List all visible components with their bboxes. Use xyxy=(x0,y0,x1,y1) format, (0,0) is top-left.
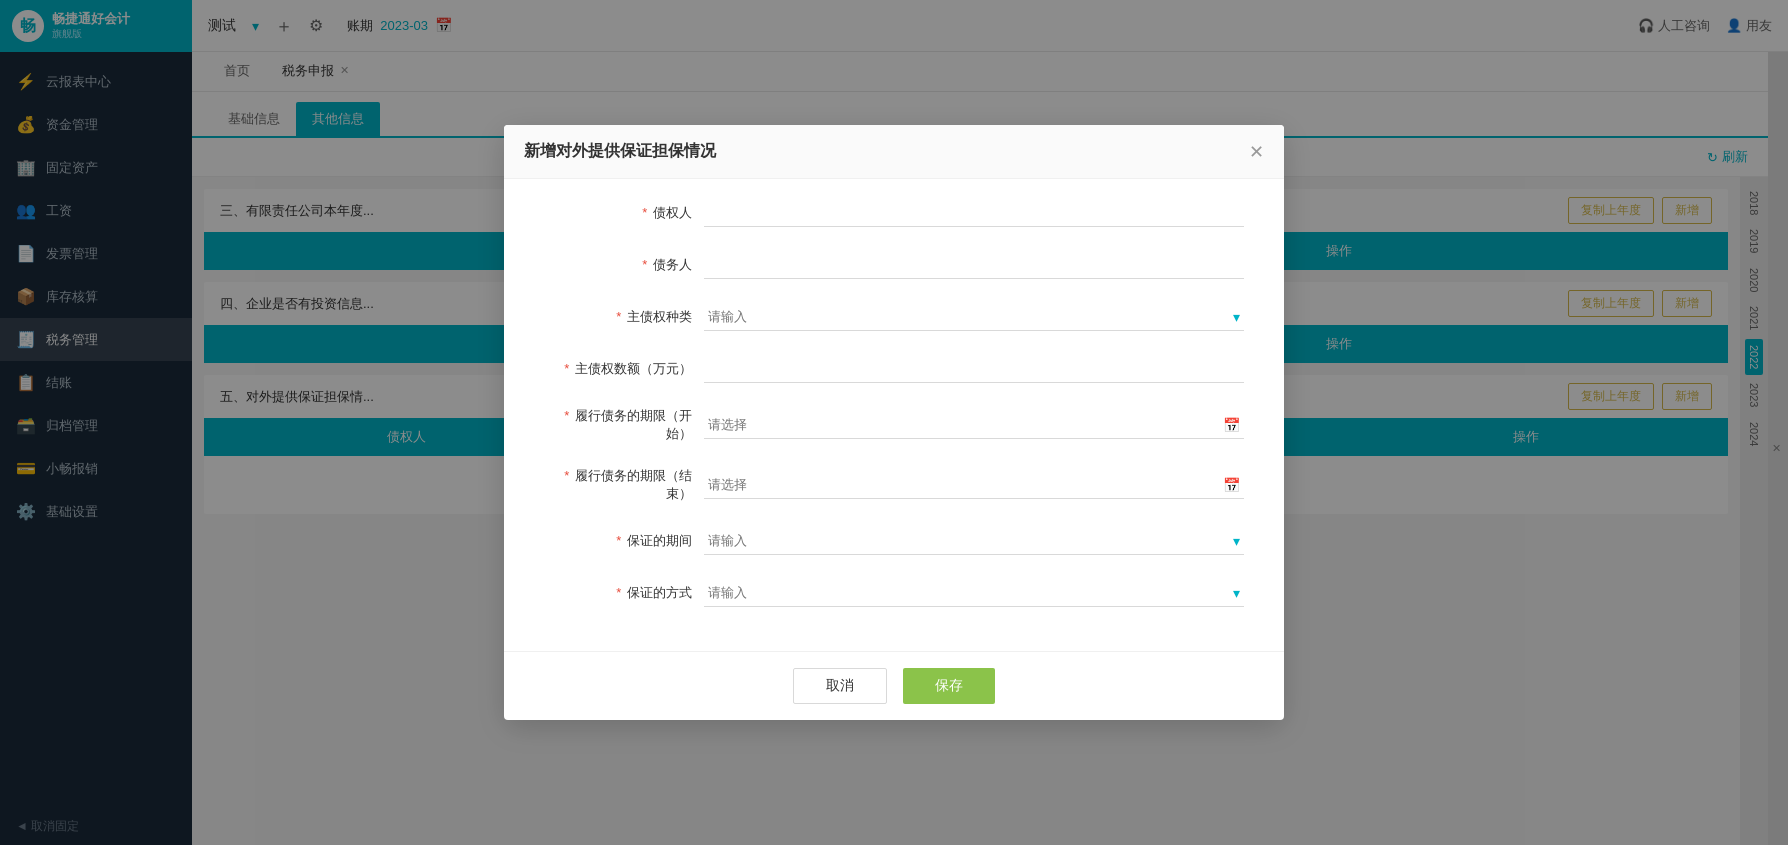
start-date-calendar-icon[interactable]: 📅 xyxy=(1223,417,1244,433)
cancel-button[interactable]: 取消 xyxy=(793,668,887,704)
end-date-wrap: 📅 xyxy=(704,471,1244,499)
debtor-input[interactable] xyxy=(704,251,1244,279)
guarantee-period-label: * 保证的期间 xyxy=(544,532,704,550)
form-row-guarantee-method: * 保证的方式 ▾ xyxy=(544,579,1244,607)
form-row-debt-amount: * 主债权数额（万元） xyxy=(544,355,1244,383)
end-date-label: * 履行债务的期限（结束） xyxy=(544,467,704,503)
creditor-input[interactable] xyxy=(704,199,1244,227)
form-row-debt-type: * 主债权种类 ▾ xyxy=(544,303,1244,331)
start-date-input[interactable] xyxy=(704,411,1223,438)
debt-type-label: * 主债权种类 xyxy=(544,308,704,326)
debt-type-input[interactable] xyxy=(704,303,1233,330)
dialog-body: * 债权人 * 债务人 * 主债权种类 xyxy=(504,179,1284,651)
debt-amount-input[interactable] xyxy=(704,355,1244,383)
start-date-label: * 履行债务的期限（开始） xyxy=(544,407,704,443)
guarantee-period-select-wrap: ▾ xyxy=(704,527,1244,555)
dialog-close-icon[interactable]: ✕ xyxy=(1249,143,1264,161)
form-row-start-date: * 履行债务的期限（开始） 📅 xyxy=(544,407,1244,443)
end-date-calendar-icon[interactable]: 📅 xyxy=(1223,477,1244,493)
save-button[interactable]: 保存 xyxy=(903,668,995,704)
guarantee-method-input[interactable] xyxy=(704,579,1233,606)
dialog-header: 新增对外提供保证担保情况 ✕ xyxy=(504,125,1284,179)
guarantee-method-select-wrap: ▾ xyxy=(704,579,1244,607)
creditor-label: * 债权人 xyxy=(544,204,704,222)
guarantee-method-label: * 保证的方式 xyxy=(544,584,704,602)
end-date-input[interactable] xyxy=(704,471,1223,498)
form-row-creditor: * 债权人 xyxy=(544,199,1244,227)
modal-overlay: 新增对外提供保证担保情况 ✕ * 债权人 * 债务人 xyxy=(0,0,1788,845)
debtor-label: * 债务人 xyxy=(544,256,704,274)
start-date-wrap: 📅 xyxy=(704,411,1244,439)
form-row-guarantee-period: * 保证的期间 ▾ xyxy=(544,527,1244,555)
dialog-title: 新增对外提供保证担保情况 xyxy=(524,141,716,162)
debt-type-select-wrap: ▾ xyxy=(704,303,1244,331)
form-row-end-date: * 履行债务的期限（结束） 📅 xyxy=(544,467,1244,503)
guarantee-period-input[interactable] xyxy=(704,527,1233,554)
form-row-debtor: * 债务人 xyxy=(544,251,1244,279)
debt-type-arrow-icon[interactable]: ▾ xyxy=(1233,309,1244,325)
guarantee-method-arrow-icon[interactable]: ▾ xyxy=(1233,585,1244,601)
debt-amount-label: * 主债权数额（万元） xyxy=(544,360,704,378)
dialog-footer: 取消 保存 xyxy=(504,651,1284,720)
guarantee-period-arrow-icon[interactable]: ▾ xyxy=(1233,533,1244,549)
dialog: 新增对外提供保证担保情况 ✕ * 债权人 * 债务人 xyxy=(504,125,1284,720)
